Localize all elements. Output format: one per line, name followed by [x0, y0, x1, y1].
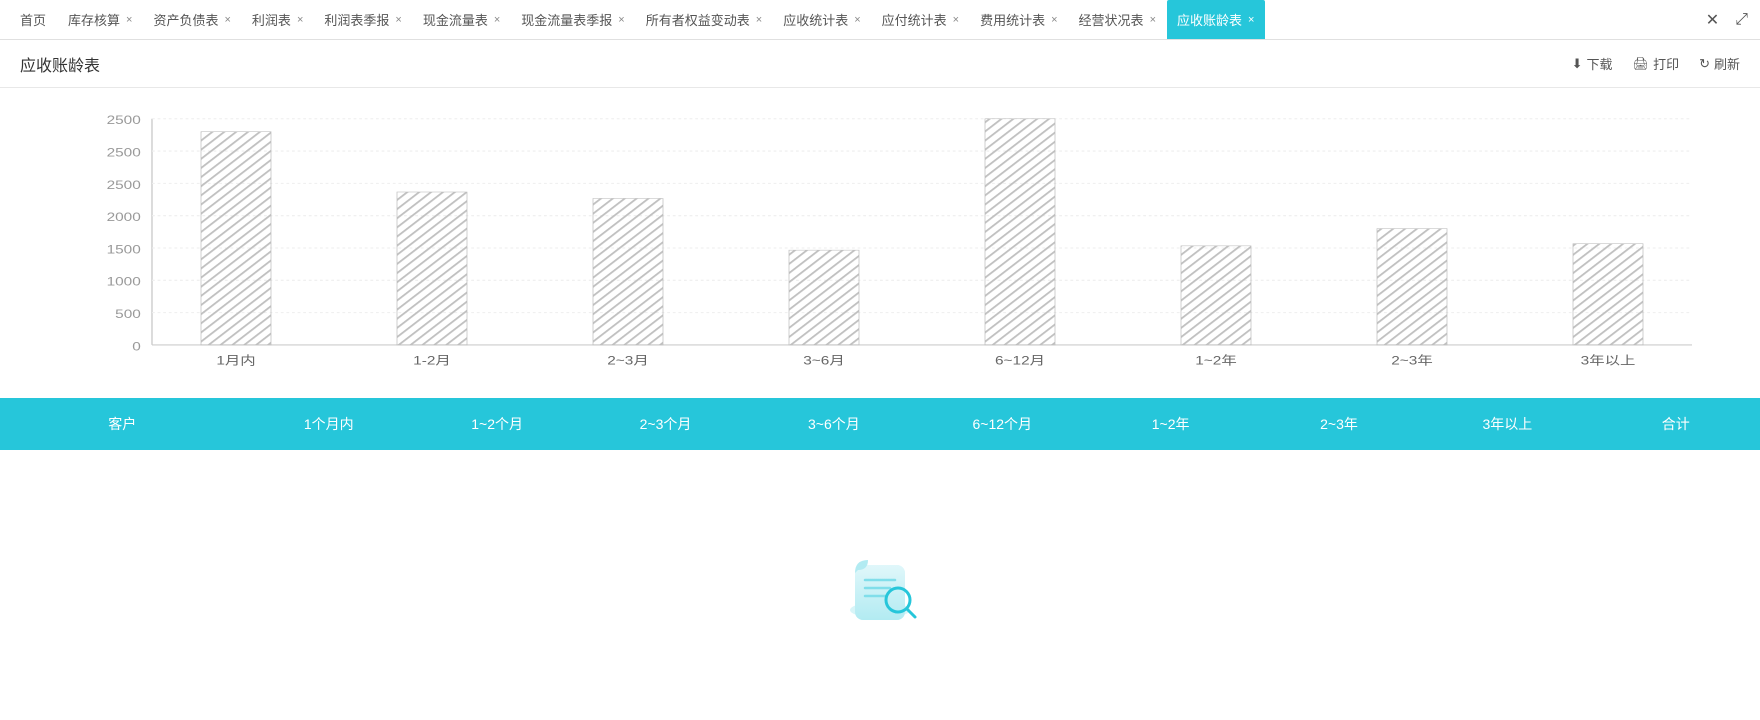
tab-label: 现金流量表 [423, 10, 488, 29]
tab-close-icon[interactable]: × [494, 14, 500, 26]
col-6-12month: 6~12个月 [918, 414, 1086, 434]
maximize-window-icon[interactable]: ⤢ [1731, 7, 1752, 33]
tab-ap-stats[interactable]: 应付统计表 × [872, 0, 970, 39]
col-1month: 1个月内 [245, 414, 413, 434]
svg-text:1-2月: 1-2月 [413, 354, 451, 367]
print-icon: 🖨 [1633, 56, 1650, 72]
svg-text:6~12月: 6~12月 [995, 354, 1045, 367]
tab-close-icon[interactable]: × [1150, 14, 1156, 26]
tab-bar: 首页 库存核算 × 资产负债表 × 利润表 × 利润表季报 × 现金流量表 × … [0, 0, 1760, 40]
col-2-3month: 2~3个月 [581, 414, 749, 434]
svg-text:2500: 2500 [107, 146, 142, 159]
tab-close-icon[interactable]: × [297, 14, 303, 26]
tab-inventory[interactable]: 库存核算 × [58, 0, 143, 39]
svg-text:1000: 1000 [107, 275, 142, 288]
svg-text:2500: 2500 [107, 178, 142, 191]
tab-close-icon[interactable]: × [854, 14, 860, 26]
bar-chart: 2500 2500 2500 2000 1500 1000 500 0 1月内 [40, 108, 1720, 388]
tab-profit[interactable]: 利润表 × [242, 0, 314, 39]
tab-equity-change[interactable]: 所有者权益变动表 × [636, 0, 773, 39]
tab-label: 经营状况表 [1079, 10, 1144, 29]
col-2-3year: 2~3年 [1255, 414, 1423, 434]
tab-label: 资产负债表 [153, 10, 218, 29]
refresh-button[interactable]: ↻ 刷新 [1699, 54, 1740, 73]
refresh-icon: ↻ [1699, 56, 1710, 72]
svg-text:500: 500 [115, 308, 141, 321]
svg-text:0: 0 [132, 340, 141, 353]
svg-text:2~3月: 2~3月 [607, 354, 648, 367]
tab-label: 所有者权益变动表 [646, 10, 750, 29]
tab-label: 应付统计表 [882, 10, 947, 29]
svg-text:1500: 1500 [107, 243, 142, 256]
tab-close-icon[interactable]: × [618, 14, 624, 26]
bar-1month [201, 132, 271, 345]
tab-label: 应收统计表 [783, 10, 848, 29]
bar-6-12month [985, 119, 1055, 345]
svg-text:1~2年: 1~2年 [1195, 354, 1237, 367]
bar-2-3month [593, 198, 663, 344]
tab-close-icon[interactable]: × [1051, 14, 1057, 26]
tab-label: 现金流量表季报 [521, 10, 612, 29]
bar-1-2year [1181, 246, 1251, 345]
svg-text:3年以上: 3年以上 [1581, 354, 1636, 367]
svg-text:2000: 2000 [107, 211, 142, 224]
col-3-6month: 3~6个月 [750, 414, 918, 434]
tab-balance-sheet[interactable]: 资产负债表 × [143, 0, 241, 39]
page-title: 应收账龄表 [20, 52, 100, 76]
close-window-icon[interactable]: ✕ [1702, 6, 1723, 34]
tab-cashflow[interactable]: 现金流量表 × [413, 0, 511, 39]
window-controls: ✕ ⤢ [1702, 6, 1752, 34]
col-customer: 客户 [0, 414, 245, 434]
chart-area: 2500 2500 2500 2000 1500 1000 500 0 1月内 [0, 88, 1760, 398]
col-total: 合计 [1592, 414, 1760, 434]
tab-home[interactable]: 首页 [8, 10, 58, 29]
tab-label: 利润表 [252, 10, 291, 29]
tab-expense-stats[interactable]: 费用统计表 × [970, 0, 1068, 39]
bar-2-3year [1377, 229, 1447, 345]
empty-state [0, 450, 1760, 720]
tab-close-icon[interactable]: × [395, 14, 401, 26]
tab-close-icon[interactable]: × [1248, 14, 1254, 26]
empty-state-icon [830, 535, 930, 635]
print-label: 打印 [1653, 54, 1679, 73]
bar-3plus-year [1573, 244, 1643, 345]
svg-text:2~3年: 2~3年 [1391, 354, 1433, 367]
main-content: 2500 2500 2500 2000 1500 1000 500 0 1月内 [0, 88, 1760, 720]
col-1-2year: 1~2年 [1086, 414, 1254, 434]
table-header: 客户 1个月内 1~2个月 2~3个月 3~6个月 6~12个月 1~2年 2~… [0, 398, 1760, 450]
tab-label: 费用统计表 [980, 10, 1045, 29]
chart-container: 2500 2500 2500 2000 1500 1000 500 0 1月内 [40, 108, 1720, 388]
tab-ar-stats[interactable]: 应收统计表 × [773, 0, 871, 39]
tab-ar-aging[interactable]: 应收账龄表 × [1167, 0, 1265, 39]
tab-label: 库存核算 [68, 10, 120, 29]
bar-1-2month [397, 192, 467, 345]
tab-label: 利润表季报 [324, 10, 389, 29]
tab-close-icon[interactable]: × [756, 14, 762, 26]
page-actions: ⬇ 下载 🖨 打印 ↻ 刷新 [1572, 54, 1740, 73]
col-3plus-year: 3年以上 [1423, 414, 1591, 434]
page-header: 应收账龄表 ⬇ 下载 🖨 打印 ↻ 刷新 [0, 40, 1760, 88]
tab-profit-quarterly[interactable]: 利润表季报 × [314, 0, 412, 39]
svg-text:2500: 2500 [107, 114, 142, 127]
print-button[interactable]: 🖨 打印 [1633, 54, 1680, 73]
refresh-label: 刷新 [1714, 54, 1740, 73]
svg-text:1月内: 1月内 [216, 354, 255, 367]
tab-cashflow-quarterly[interactable]: 现金流量表季报 × [511, 0, 635, 39]
tab-label: 应收账龄表 [1177, 10, 1242, 29]
bar-3-6month [789, 250, 859, 345]
tab-close-icon[interactable]: × [224, 14, 230, 26]
tab-close-icon[interactable]: × [953, 14, 959, 26]
tab-close-icon[interactable]: × [126, 14, 132, 26]
col-1-2month: 1~2个月 [413, 414, 581, 434]
tab-operation-status[interactable]: 经营状况表 × [1069, 0, 1167, 39]
download-icon: ⬇ [1572, 56, 1583, 72]
svg-text:3~6月: 3~6月 [803, 354, 844, 367]
download-button[interactable]: ⬇ 下载 [1572, 54, 1613, 73]
download-label: 下载 [1587, 54, 1613, 73]
